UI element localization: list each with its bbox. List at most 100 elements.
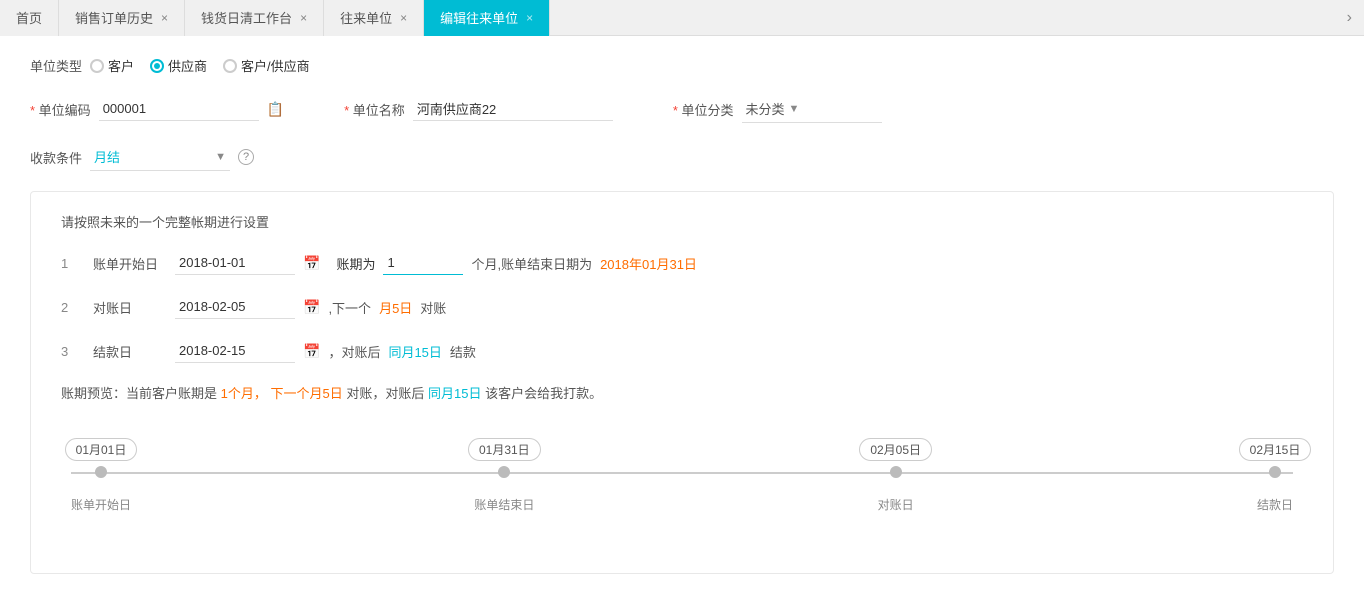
- timeline-point-2: 01月31日 账单结束日: [474, 466, 534, 513]
- preview-part1: 1个月，: [221, 386, 267, 401]
- reconcile-suffix1: ,下一个: [328, 298, 371, 317]
- period-unit-text: 个月,账单结束日期为: [471, 254, 592, 273]
- unit-code-label: 单位编码: [30, 100, 91, 119]
- radio-circle-customer: [90, 59, 104, 73]
- timeline-segment-1: [131, 489, 474, 491]
- close-tab-partner[interactable]: ×: [400, 11, 407, 25]
- timeline-dot-2: [498, 466, 510, 478]
- tab-cash-reconcile[interactable]: 钱货日清工作台 ×: [185, 0, 324, 36]
- radio-supplier[interactable]: 供应商: [150, 56, 207, 75]
- timeline-date-box-3: 02月05日: [859, 438, 932, 461]
- timeline-date-box-1: 01月01日: [65, 438, 138, 461]
- tab-edit-partner[interactable]: 编辑往来单位 ×: [424, 0, 550, 36]
- timeline-label-1: 账单开始日: [71, 496, 131, 513]
- payment-term-select[interactable]: 月结 ▼: [90, 143, 230, 171]
- unit-code-group: 单位编码 📋: [30, 97, 284, 121]
- card-title: 请按照未来的一个完整帐期进行设置: [61, 212, 1303, 231]
- field-label-2: 对账日: [93, 298, 163, 317]
- radio-group-unit-type: 客户 供应商 客户/供应商: [90, 56, 310, 75]
- unit-type-row: 单位类型 客户 供应商 客户/供应商: [30, 56, 1334, 75]
- unit-info-row: 单位编码 📋 单位名称 单位分类 未分类 ▼: [30, 95, 1334, 123]
- timeline-point-3: 02月05日 对账日: [878, 466, 914, 513]
- timeline-segment-3: [914, 489, 1257, 491]
- row-content-2: 📅 ,下一个 月5日 对账: [175, 295, 1303, 319]
- settings-card: 请按照未来的一个完整帐期进行设置 1 账单开始日 📅 账期为 个月,账单结束日期…: [30, 191, 1334, 574]
- unit-code-input[interactable]: [99, 97, 259, 121]
- row-num-3: 3: [61, 344, 81, 359]
- period-value-input[interactable]: [383, 251, 463, 275]
- timeline-point-1: 01月01日 账单开始日: [71, 466, 131, 513]
- unit-name-group: 单位名称: [344, 97, 613, 121]
- preview-text: 账期预览：当前客户账期是 1个月， 下一个月5日 对账，对账后 同月15日 该客…: [61, 383, 1303, 402]
- unit-category-value: 未分类: [746, 99, 785, 118]
- close-tab-cash-reconcile[interactable]: ×: [300, 11, 307, 25]
- preview-suffix: 该客户会给我打款。: [485, 386, 602, 401]
- unit-type-label: 单位类型: [30, 56, 82, 75]
- tab-home[interactable]: 首页: [0, 0, 59, 36]
- unit-name-label: 单位名称: [344, 100, 405, 119]
- payment-term-group: 收款条件 月结 ▼ ?: [30, 143, 254, 171]
- radio-label-supplier: 供应商: [168, 56, 207, 75]
- tabs-more-button[interactable]: ›: [1335, 9, 1364, 27]
- field-label-3: 结款日: [93, 342, 163, 361]
- tab-sales-order[interactable]: 销售订单历史 ×: [59, 0, 185, 36]
- radio-both[interactable]: 客户/供应商: [223, 56, 310, 75]
- payment-term-row: 收款条件 月结 ▼ ?: [30, 143, 1334, 171]
- payment-date-input[interactable]: [175, 339, 295, 363]
- timeline-point-4: 02月15日 结款日: [1257, 466, 1293, 513]
- timeline-date-box-4: 02月15日: [1239, 438, 1312, 461]
- timeline-container: 01月01日 账单开始日 01月31日 账单结束日 02月05日 对账日: [61, 426, 1303, 553]
- payment-suffix2: 结款: [450, 342, 476, 361]
- radio-label-both: 客户/供应商: [241, 56, 310, 75]
- unit-category-group: 单位分类 未分类 ▼: [673, 95, 882, 123]
- row-num-1: 1: [61, 256, 81, 271]
- reconcile-date-calendar-icon[interactable]: 📅: [303, 299, 320, 316]
- preview-prefix: 账期预览：当前客户账期是: [61, 386, 217, 401]
- payment-term-label: 收款条件: [30, 148, 82, 167]
- chevron-down-icon: ▼: [789, 103, 800, 115]
- timeline-segment-2: [534, 489, 877, 491]
- setting-row-2: 2 对账日 📅 ,下一个 月5日 对账: [61, 295, 1303, 319]
- radio-customer[interactable]: 客户: [90, 56, 134, 75]
- payment-date-calendar-icon[interactable]: 📅: [303, 343, 320, 360]
- radio-circle-both: [223, 59, 237, 73]
- row-content-3: 📅 ，对账后 同月15日 结款: [175, 339, 1303, 363]
- payment-suffix1: ，对账后: [328, 342, 380, 361]
- preview-middle: 对账，对账后: [346, 386, 424, 401]
- reconcile-highlight: 月5日: [379, 298, 412, 317]
- period-end-date: 2018年01月31日: [600, 254, 697, 273]
- tab-partner[interactable]: 往来单位 ×: [324, 0, 424, 36]
- start-date-calendar-icon[interactable]: 📅: [303, 255, 320, 272]
- unit-type-group: 单位类型 客户 供应商 客户/供应商: [30, 56, 310, 75]
- main-content: 单位类型 客户 供应商 客户/供应商 单位编码 📋: [0, 36, 1364, 614]
- preview-part2: 下一个月5日: [271, 386, 343, 401]
- timeline-dot-1: [95, 466, 107, 478]
- close-tab-edit-partner[interactable]: ×: [526, 11, 533, 25]
- timeline-line: [71, 472, 1293, 474]
- field-label-1: 账单开始日: [93, 254, 163, 273]
- reconcile-suffix2: 对账: [420, 298, 446, 317]
- unit-category-label: 单位分类: [673, 100, 734, 119]
- setting-row-3: 3 结款日 📅 ，对账后 同月15日 结款: [61, 339, 1303, 363]
- reconcile-date-input[interactable]: [175, 295, 295, 319]
- close-tab-sales-order[interactable]: ×: [161, 11, 168, 25]
- help-icon[interactable]: ?: [238, 149, 254, 165]
- row-num-2: 2: [61, 300, 81, 315]
- radio-circle-supplier: [150, 59, 164, 73]
- unit-category-select[interactable]: 未分类 ▼: [742, 95, 882, 123]
- timeline-label-2: 账单结束日: [474, 496, 534, 513]
- payment-term-chevron-icon: ▼: [215, 151, 226, 163]
- timeline-label-4: 结款日: [1257, 496, 1293, 513]
- copy-icon[interactable]: 📋: [267, 101, 284, 118]
- timeline-label-3: 对账日: [878, 496, 914, 513]
- setting-row-1: 1 账单开始日 📅 账期为 个月,账单结束日期为 2018年01月31日: [61, 251, 1303, 275]
- timeline: 01月01日 账单开始日 01月31日 账单结束日 02月05日 对账日: [71, 466, 1293, 513]
- timeline-date-box-2: 01月31日: [468, 438, 541, 461]
- start-date-input[interactable]: [175, 251, 295, 275]
- timeline-dot-3: [890, 466, 902, 478]
- period-label: 账期为: [336, 254, 375, 273]
- payment-term-value: 月结: [94, 147, 211, 166]
- unit-name-input[interactable]: [413, 97, 613, 121]
- row-content-1: 📅 账期为 个月,账单结束日期为 2018年01月31日: [175, 251, 1303, 275]
- tabs-bar: 首页 销售订单历史 × 钱货日清工作台 × 往来单位 × 编辑往来单位 × ›: [0, 0, 1364, 36]
